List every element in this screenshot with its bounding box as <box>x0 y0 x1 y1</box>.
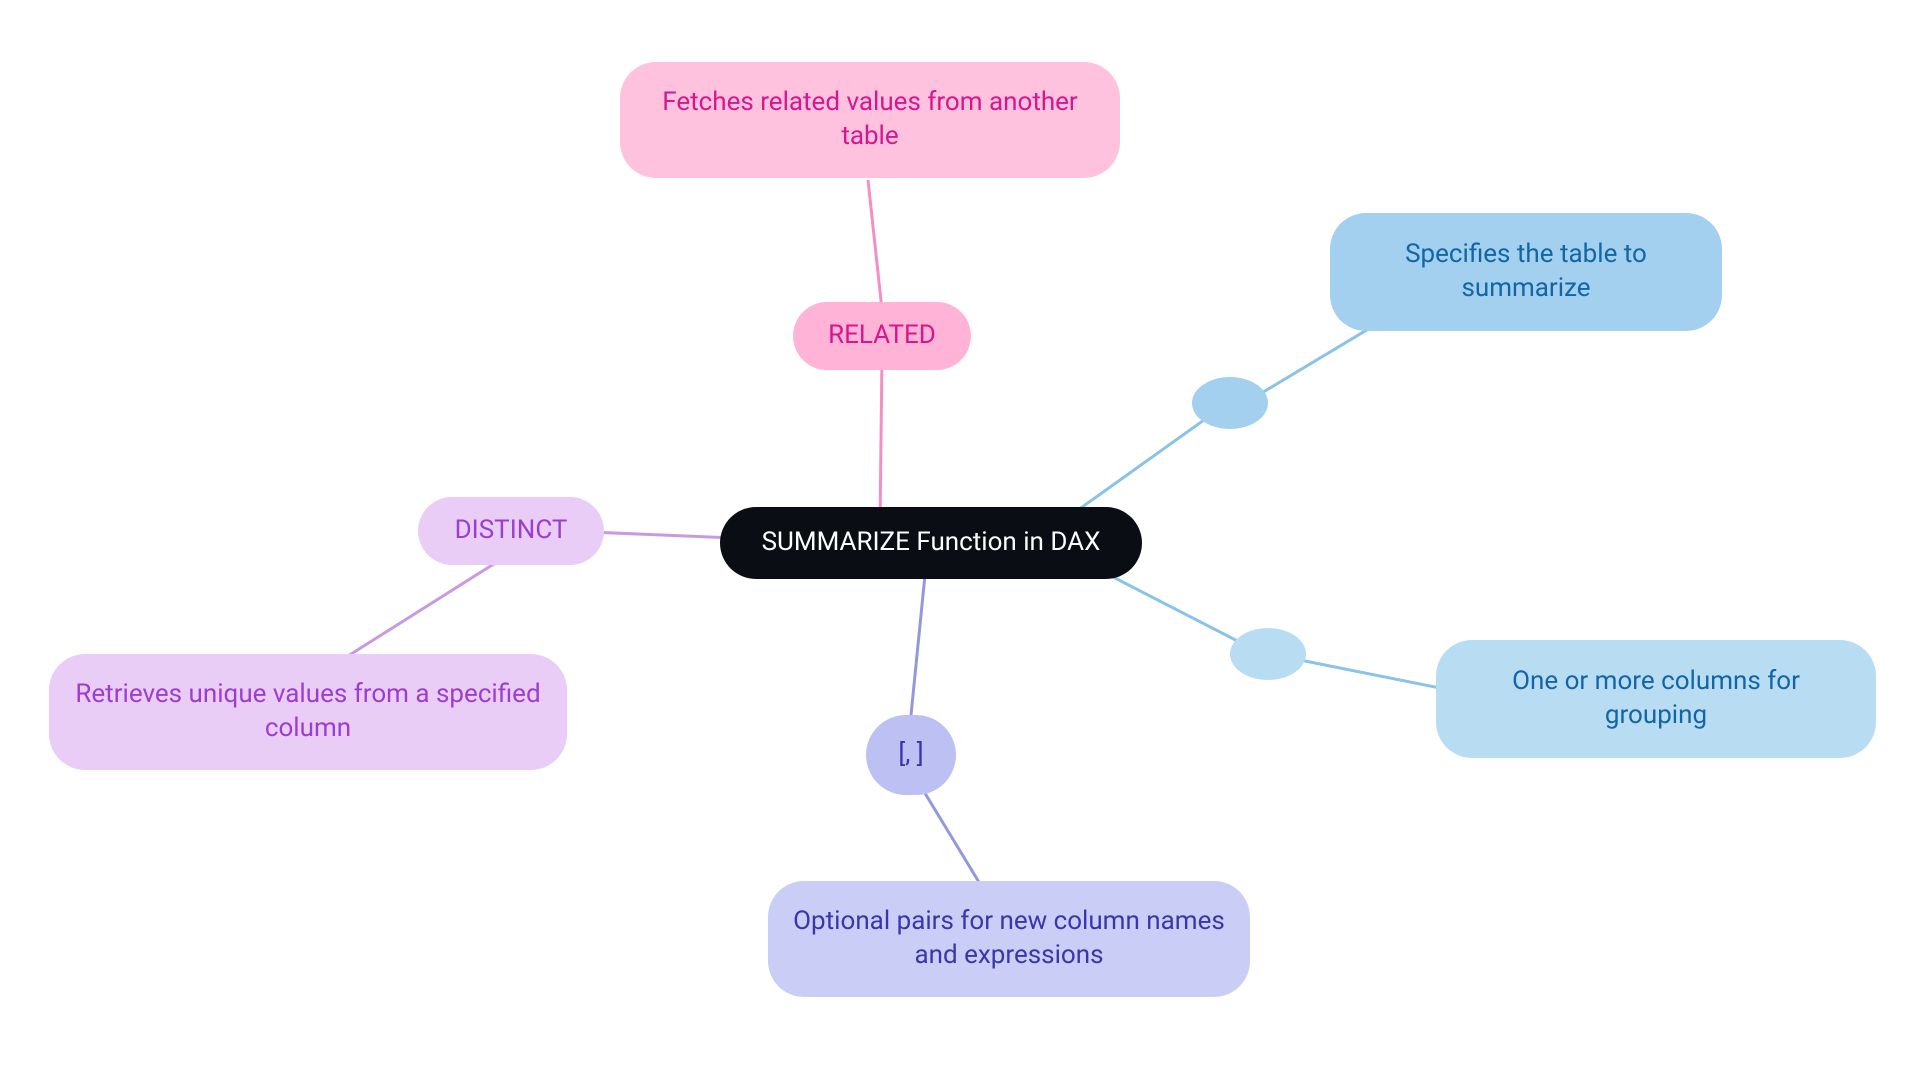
line-center-pairs <box>910 575 925 725</box>
specifies-desc: Specifies the table to summarize <box>1354 238 1698 306</box>
blue-dot-2[interactable] <box>1230 628 1306 680</box>
related-label: RELATED <box>828 319 936 353</box>
pairs-desc: Optional pairs for new column names and … <box>792 905 1226 973</box>
pairs-desc-node[interactable]: Optional pairs for new column names and … <box>768 881 1250 997</box>
related-desc: Fetches related values from another tabl… <box>644 86 1096 154</box>
mindmap-canvas: SUMMARIZE Function in DAX RELATED Fetche… <box>0 0 1920 1083</box>
related-node[interactable]: RELATED <box>793 302 971 370</box>
center-node[interactable]: SUMMARIZE Function in DAX <box>720 507 1142 579</box>
pairs-label: [, ] <box>898 738 923 772</box>
line-related-desc <box>868 180 882 310</box>
pairs-node[interactable]: [, ] <box>866 715 956 795</box>
distinct-node[interactable]: DISTINCT <box>418 497 604 565</box>
distinct-desc: Retrieves unique values from a specified… <box>73 678 543 746</box>
line-center-related <box>880 355 882 525</box>
center-label: SUMMARIZE Function in DAX <box>762 526 1101 560</box>
grouping-node[interactable]: One or more columns for grouping <box>1436 640 1876 758</box>
grouping-desc: One or more columns for grouping <box>1460 665 1852 733</box>
related-desc-node[interactable]: Fetches related values from another tabl… <box>620 62 1120 178</box>
distinct-label: DISTINCT <box>455 514 568 548</box>
specifies-node[interactable]: Specifies the table to summarize <box>1330 213 1722 331</box>
distinct-desc-node[interactable]: Retrieves unique values from a specified… <box>49 654 567 770</box>
blue-dot-1[interactable] <box>1192 377 1268 429</box>
